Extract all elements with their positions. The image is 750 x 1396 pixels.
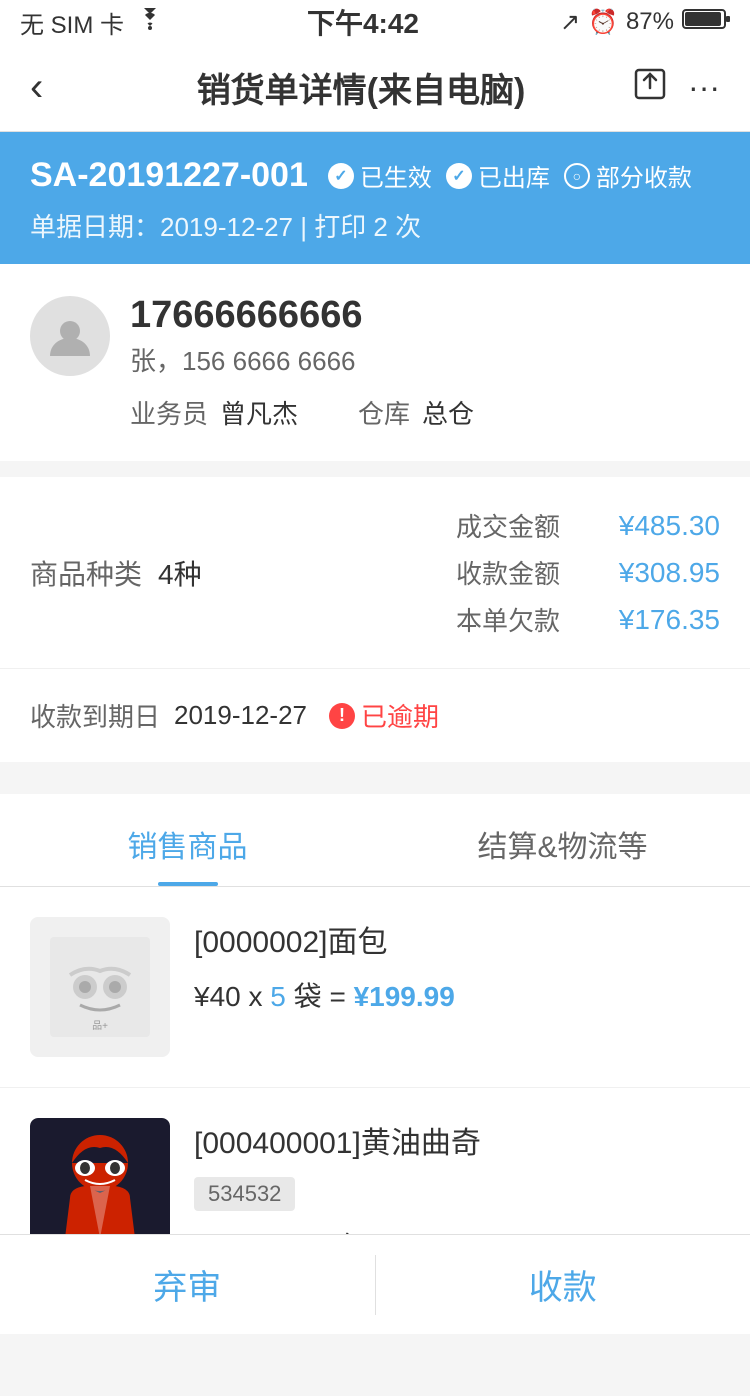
customer-info: 17666666666 张，156 6666 6666 [130, 294, 362, 378]
bottom-bar: 弃审 收款 [0, 1234, 750, 1334]
battery-text: 87% [626, 8, 674, 36]
status-bar-left: 无 SIM 卡 [20, 5, 166, 40]
warehouse-value: 总仓 [422, 394, 474, 431]
owed-item: 本单欠款 ¥176.35 [456, 601, 720, 638]
product-tag-2: 534532 [194, 1176, 720, 1211]
overdue-text: 已逾期 [361, 697, 439, 734]
status-bar-time: 下午4:42 [307, 2, 419, 42]
due-date-label: 收款到期日 [30, 697, 160, 734]
summary-left: 商品种类 4种 [30, 553, 202, 593]
divider-2 [0, 762, 750, 778]
customer-phone: 17666666666 [130, 294, 362, 337]
status-bar: 无 SIM 卡 下午4:42 ↗ ⏰ 87% [0, 0, 750, 44]
check-icon-2: ✓ [446, 163, 472, 189]
overdue-badge: ! 已逾期 [329, 697, 439, 734]
share-button[interactable] [632, 66, 668, 110]
more-button[interactable]: ··· [688, 69, 720, 106]
deal-amount-value: ¥485.30 [580, 510, 720, 542]
location-icon: ↗ [560, 8, 580, 37]
salesperson-label: 业务员 [130, 394, 208, 431]
nav-bar: ‹ 销货单详情(来自电脑) ··· [0, 44, 750, 132]
owed-label: 本单欠款 [456, 601, 560, 638]
tabs-section: 销售商品 结算&物流等 [0, 794, 750, 887]
tab-settlement[interactable]: 结算&物流等 [375, 794, 750, 886]
order-id: SA-20191227-001 [30, 156, 308, 195]
customer-section: 17666666666 张，156 6666 6666 业务员 曾凡杰 仓库 总… [0, 264, 750, 461]
header-banner: SA-20191227-001 ✓ 已生效 ✓ 已出库 ○ 部分收款 单据日期：… [0, 132, 750, 264]
product-price-1: ¥40 x 5 袋 = ¥199.99 [194, 975, 720, 1015]
product-qty-1: 5 [270, 981, 286, 1012]
received-item: 收款金额 ¥308.95 [456, 554, 720, 591]
warehouse-item: 仓库 总仓 [358, 394, 474, 431]
salesperson-value: 曾凡杰 [220, 394, 298, 431]
nav-actions: ··· [632, 66, 720, 110]
customer-name-sub: 张，156 6666 6666 [130, 341, 362, 378]
avatar [30, 296, 110, 376]
customer-meta: 业务员 曾凡杰 仓库 总仓 [30, 394, 720, 431]
product-img-placeholder-1: 品+ [30, 917, 170, 1057]
product-image-1: 品+ [30, 917, 170, 1057]
battery-icon [682, 7, 730, 38]
product-name-2: [000400001]黄油曲奇 [194, 1118, 720, 1162]
page-title: 销货单详情(来自电脑) [90, 63, 632, 112]
summary-section: 商品种类 4种 成交金额 ¥485.30 收款金额 ¥308.95 本单欠款 ¥… [0, 477, 750, 668]
due-date-section: 收款到期日 2019-12-27 ! 已逾期 [0, 668, 750, 762]
svg-text:品+: 品+ [92, 1020, 108, 1032]
salesperson-item: 业务员 曾凡杰 [130, 394, 298, 431]
due-date-value: 2019-12-27 [174, 700, 307, 731]
clock-icon: ○ [564, 163, 590, 189]
header-banner-top: SA-20191227-001 ✓ 已生效 ✓ 已出库 ○ 部分收款 [30, 156, 720, 195]
back-button[interactable]: ‹ [30, 65, 90, 110]
sim-status: 无 SIM 卡 [20, 5, 124, 40]
product-info-1: [0000002]面包 ¥40 x 5 袋 = ¥199.99 [194, 917, 720, 1015]
check-icon-1: ✓ [328, 163, 354, 189]
deal-amount-item: 成交金额 ¥485.30 [456, 507, 720, 544]
summary-right: 成交金额 ¥485.30 收款金额 ¥308.95 本单欠款 ¥176.35 [456, 507, 720, 638]
tab-products[interactable]: 销售商品 [0, 794, 375, 886]
status-badge-shipped: ✓ 已出库 [446, 158, 550, 193]
received-label: 收款金额 [456, 554, 560, 591]
status-badges: ✓ 已生效 ✓ 已出库 ○ 部分收款 [328, 158, 692, 193]
list-item: 品+ [0000002]面包 ¥40 x 5 袋 = ¥199.99 [0, 887, 750, 1088]
divider-1 [0, 461, 750, 477]
owed-value: ¥176.35 [580, 604, 720, 636]
customer-row: 17666666666 张，156 6666 6666 [30, 294, 720, 378]
cancel-review-button[interactable]: 弃审 [0, 1235, 375, 1334]
status-badge-active: ✓ 已生效 [328, 158, 432, 193]
summary-row: 商品种类 4种 成交金额 ¥485.30 收款金额 ¥308.95 本单欠款 ¥… [30, 507, 720, 638]
received-value: ¥308.95 [580, 557, 720, 589]
alarm-icon: ⏰ [588, 8, 618, 37]
product-name-1: [0000002]面包 [194, 917, 720, 961]
product-total-1: ¥199.99 [354, 981, 455, 1012]
receive-payment-button[interactable]: 收款 [376, 1235, 750, 1334]
header-banner-sub: 单据日期：2019-12-27 | 打印 2 次 [30, 207, 720, 244]
wifi-icon [134, 8, 166, 37]
product-type-value: 4种 [158, 553, 202, 593]
status-bar-right: ↗ ⏰ 87% [560, 7, 730, 38]
product-type-label: 商品种类 [30, 553, 142, 593]
overdue-icon: ! [329, 703, 355, 729]
warehouse-label: 仓库 [358, 394, 410, 431]
status-badge-partial: ○ 部分收款 [564, 158, 692, 193]
deal-amount-label: 成交金额 [456, 507, 560, 544]
